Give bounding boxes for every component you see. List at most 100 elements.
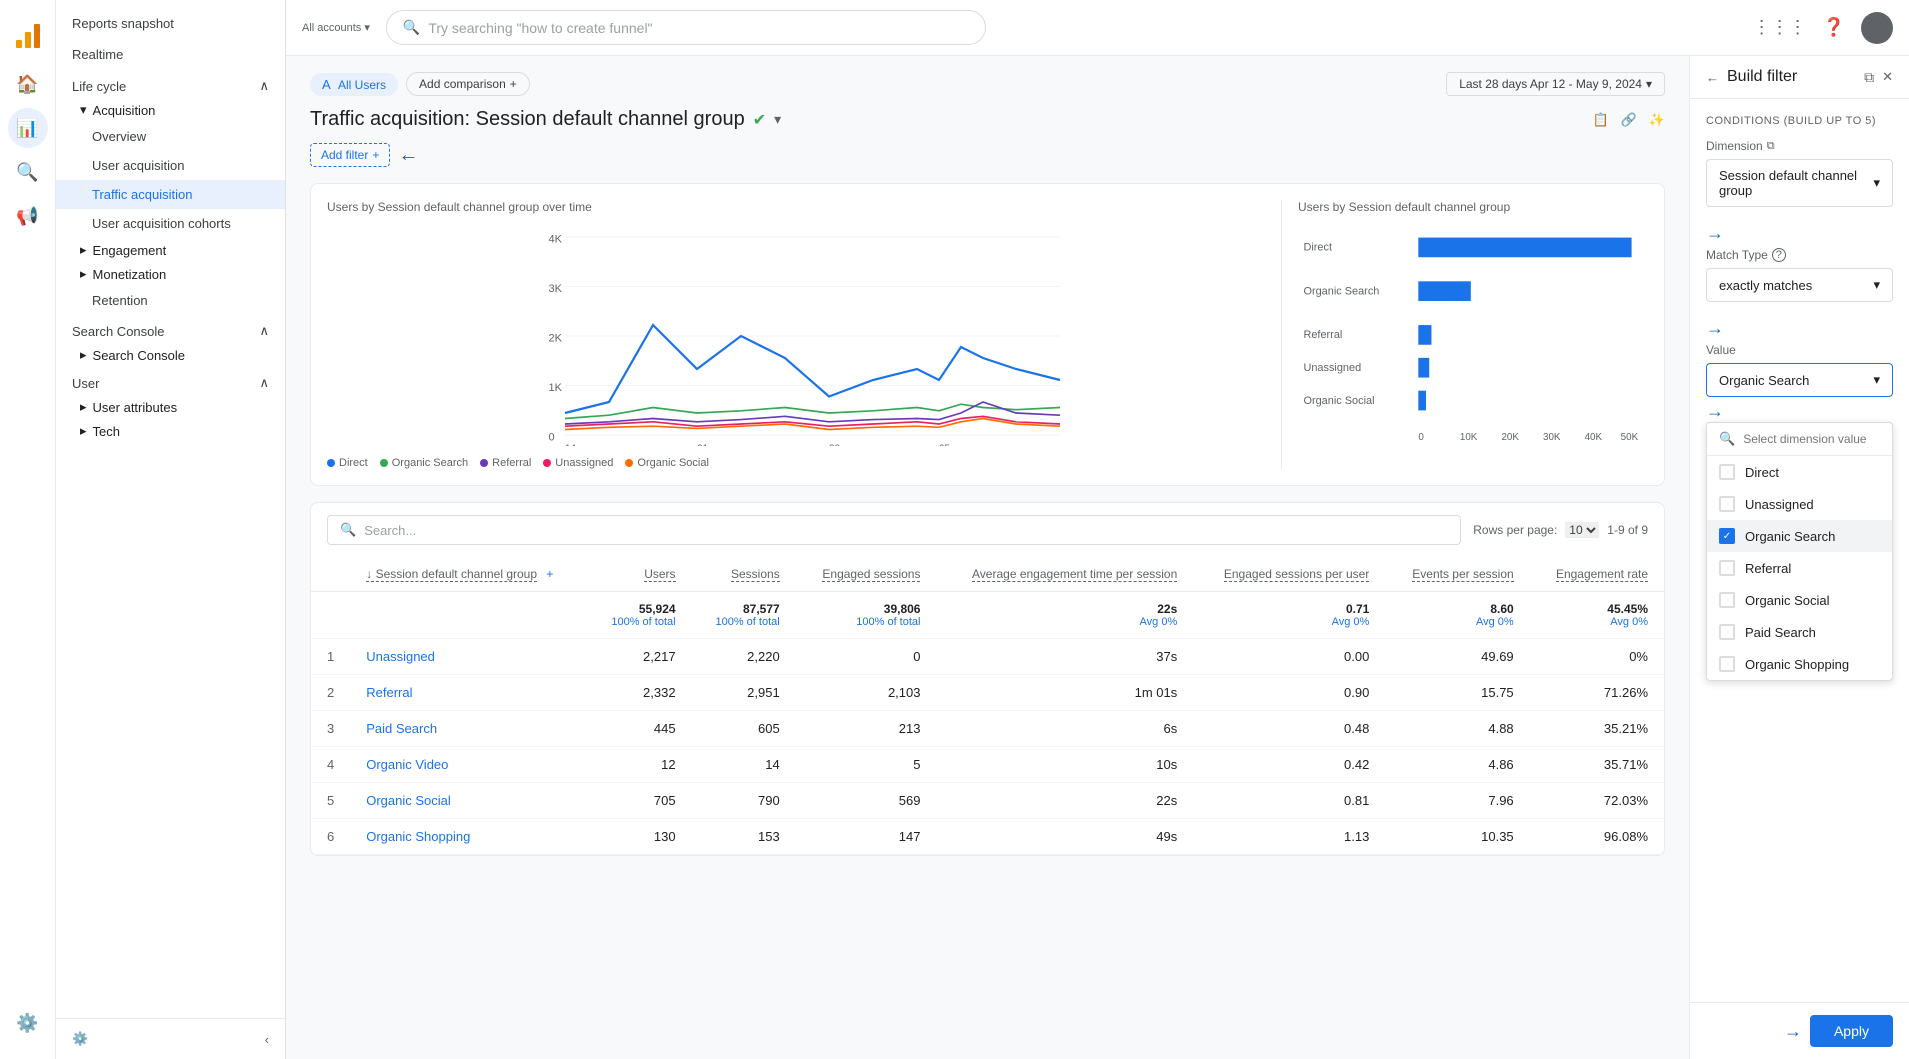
user-avatar[interactable] <box>1861 12 1893 44</box>
date-range-picker[interactable]: Last 28 days Apr 12 - May 9, 2024 ▾ <box>1446 72 1665 96</box>
panel-close-button[interactable]: ✕ <box>1882 69 1893 85</box>
add-comparison-button[interactable]: Add comparison + <box>406 72 530 96</box>
sidebar-item-user-acquisition[interactable]: User acquisition <box>56 151 285 180</box>
dropdown-item-unassigned[interactable]: Unassigned <box>1707 488 1892 520</box>
cell-engaged-sessions: 213 <box>796 711 937 747</box>
sidebar-item-user-attributes[interactable]: ▸ User attributes <box>56 395 285 419</box>
cell-channel[interactable]: Organic Social <box>350 783 587 819</box>
th-add-dimension-icon[interactable]: + <box>546 567 553 581</box>
nav-reports-icon[interactable]: 📊 <box>8 108 48 148</box>
add-filter-button[interactable]: Add filter + <box>310 143 390 167</box>
build-filter-panel: ← Build filter ⧉ ✕ CONDITIONS (BUILD UP … <box>1689 56 1909 1059</box>
cell-channel[interactable]: Referral <box>350 675 587 711</box>
pagination-label: 1-9 of 9 <box>1607 523 1648 537</box>
cell-engaged-sessions: 2,103 <box>796 675 937 711</box>
cell-sessions: 2,951 <box>692 675 796 711</box>
dropdown-search-box[interactable]: 🔍 <box>1707 423 1892 456</box>
rows-per-page-select[interactable]: 10 25 50 <box>1565 522 1599 538</box>
nav-advertising-icon[interactable]: 📢 <box>8 196 48 236</box>
report-title: Traffic acquisition: Session default cha… <box>310 108 781 131</box>
sidebar-item-monetization[interactable]: ▸ Monetization <box>56 262 285 286</box>
settings-icon[interactable]: ⚙️ <box>72 1031 88 1047</box>
cell-sessions: 14 <box>692 747 796 783</box>
data-table: ↓ Session default channel group + Users … <box>311 557 1664 855</box>
sidebar-item-acquisition[interactable]: ▾ Acquisition <box>56 98 285 122</box>
title-dropdown-icon[interactable]: ▾ <box>774 111 781 128</box>
dropdown-item-paid-search[interactable]: Paid Search <box>1707 616 1892 648</box>
nav-explore-icon[interactable]: 🔍 <box>8 152 48 192</box>
help-icon[interactable]: ❓ <box>1823 17 1845 38</box>
dropdown-item-organic-shopping[interactable]: Organic Shopping <box>1707 648 1892 680</box>
cell-avg-engagement: 1m 01s <box>936 675 1193 711</box>
matchtype-info-icon[interactable]: ? <box>1772 248 1786 262</box>
cell-rank: 6 <box>311 819 350 855</box>
sidebar-item-search-console[interactable]: ▸ Search Console <box>56 343 285 367</box>
table-search-input[interactable]: 🔍 Search... <box>327 515 1461 545</box>
th-channel[interactable]: ↓ Session default channel group + <box>350 557 587 592</box>
apps-grid-icon[interactable]: ⋮⋮⋮ <box>1753 17 1807 38</box>
checkbox-direct[interactable] <box>1719 464 1735 480</box>
dropdown-item-organic-search[interactable]: ✓ Organic Search <box>1707 520 1892 552</box>
filter-value-select[interactable]: Organic Search ▾ <box>1706 363 1893 397</box>
cell-engagement-rate: 72.03% <box>1530 783 1664 819</box>
svg-text:30K: 30K <box>1543 432 1561 443</box>
nav-settings-icon[interactable]: ⚙️ <box>8 1003 48 1043</box>
sidebar-collapse-button[interactable]: ‹ <box>265 1032 269 1047</box>
svg-text:21: 21 <box>697 444 709 447</box>
filter-dimension-select[interactable]: Session default channel group ▾ <box>1706 159 1893 207</box>
th-engaged-sessions[interactable]: Engaged sessions <box>796 557 937 592</box>
dimension-copy-icon[interactable]: ⧉ <box>1767 140 1775 153</box>
dropdown-search-input[interactable] <box>1743 432 1880 446</box>
dropdown-item-direct[interactable]: Direct <box>1707 456 1892 488</box>
checkbox-referral[interactable] <box>1719 560 1735 576</box>
cell-channel[interactable]: Organic Video <box>350 747 587 783</box>
insights-icon[interactable]: ✨ <box>1649 112 1665 128</box>
th-users[interactable]: Users <box>587 557 691 592</box>
dropdown-item-organic-social[interactable]: Organic Social <box>1707 584 1892 616</box>
share-icon[interactable]: 🔗 <box>1621 112 1637 128</box>
cell-channel[interactable]: Paid Search <box>350 711 587 747</box>
line-chart-title: Users by Session default channel group o… <box>327 200 1265 214</box>
all-accounts-label[interactable]: All accounts ▾ <box>302 21 370 34</box>
panel-copy-icon[interactable]: ⧉ <box>1864 69 1874 86</box>
table-row: 5 Organic Social 705 790 569 22s 0.81 7.… <box>311 783 1664 819</box>
customize-icon[interactable]: 📋 <box>1592 112 1608 128</box>
checkbox-paid-search[interactable] <box>1719 624 1735 640</box>
cell-events-per-session: 4.88 <box>1385 711 1529 747</box>
search-bar[interactable]: 🔍 Try searching "how to create funnel" <box>386 10 986 45</box>
th-engagement-rate[interactable]: Engagement rate <box>1530 557 1664 592</box>
cell-channel[interactable]: Organic Shopping <box>350 819 587 855</box>
dropdown-item-referral[interactable]: Referral <box>1707 552 1892 584</box>
segment-badge[interactable]: A All Users <box>310 73 398 96</box>
checkbox-unassigned[interactable] <box>1719 496 1735 512</box>
checkbox-organic-shopping[interactable] <box>1719 656 1735 672</box>
filter-plus-icon: + <box>372 148 379 162</box>
sidebar-section-search-console[interactable]: Search Console ∧ <box>56 315 285 343</box>
sidebar-item-retention[interactable]: Retention <box>56 286 285 315</box>
sidebar-item-engagement[interactable]: ▸ Engagement <box>56 238 285 262</box>
cell-events-per-session: 49.69 <box>1385 639 1529 675</box>
sidebar-section-lifecycle[interactable]: Life cycle ∧ <box>56 70 285 98</box>
sidebar-item-traffic-acquisition[interactable]: Traffic acquisition <box>56 180 285 209</box>
th-avg-engagement[interactable]: Average engagement time per session <box>936 557 1193 592</box>
apply-button[interactable]: Apply <box>1810 1015 1893 1047</box>
th-engaged-per-user[interactable]: Engaged sessions per user <box>1193 557 1385 592</box>
filter-matchtype-select[interactable]: exactly matches ▾ <box>1706 268 1893 302</box>
table-area: 🔍 Search... Rows per page: 10 25 50 1-9 … <box>310 502 1665 856</box>
sidebar-item-tech[interactable]: ▸ Tech <box>56 419 285 443</box>
cell-engaged-sessions: 5 <box>796 747 937 783</box>
checkbox-organic-social[interactable] <box>1719 592 1735 608</box>
topbar: All accounts ▾ 🔍 Try searching "how to c… <box>286 0 1909 56</box>
cell-channel[interactable]: Unassigned <box>350 639 587 675</box>
checkbox-organic-search[interactable]: ✓ <box>1719 528 1735 544</box>
panel-back-button[interactable]: ← <box>1706 70 1719 85</box>
sidebar-section-user[interactable]: User ∧ <box>56 367 285 395</box>
sidebar-item-overview[interactable]: Overview <box>56 122 285 151</box>
sidebar-item-realtime[interactable]: Realtime <box>56 39 285 70</box>
dimension-dropdown-icon: ▾ <box>1873 175 1880 191</box>
sidebar-item-reports-snapshot[interactable]: Reports snapshot <box>56 8 285 39</box>
th-events-per-session[interactable]: Events per session <box>1385 557 1529 592</box>
nav-home-icon[interactable]: 🏠 <box>8 64 48 104</box>
th-sessions[interactable]: Sessions <box>692 557 796 592</box>
sidebar-item-user-acquisition-cohorts[interactable]: User acquisition cohorts <box>56 209 285 238</box>
